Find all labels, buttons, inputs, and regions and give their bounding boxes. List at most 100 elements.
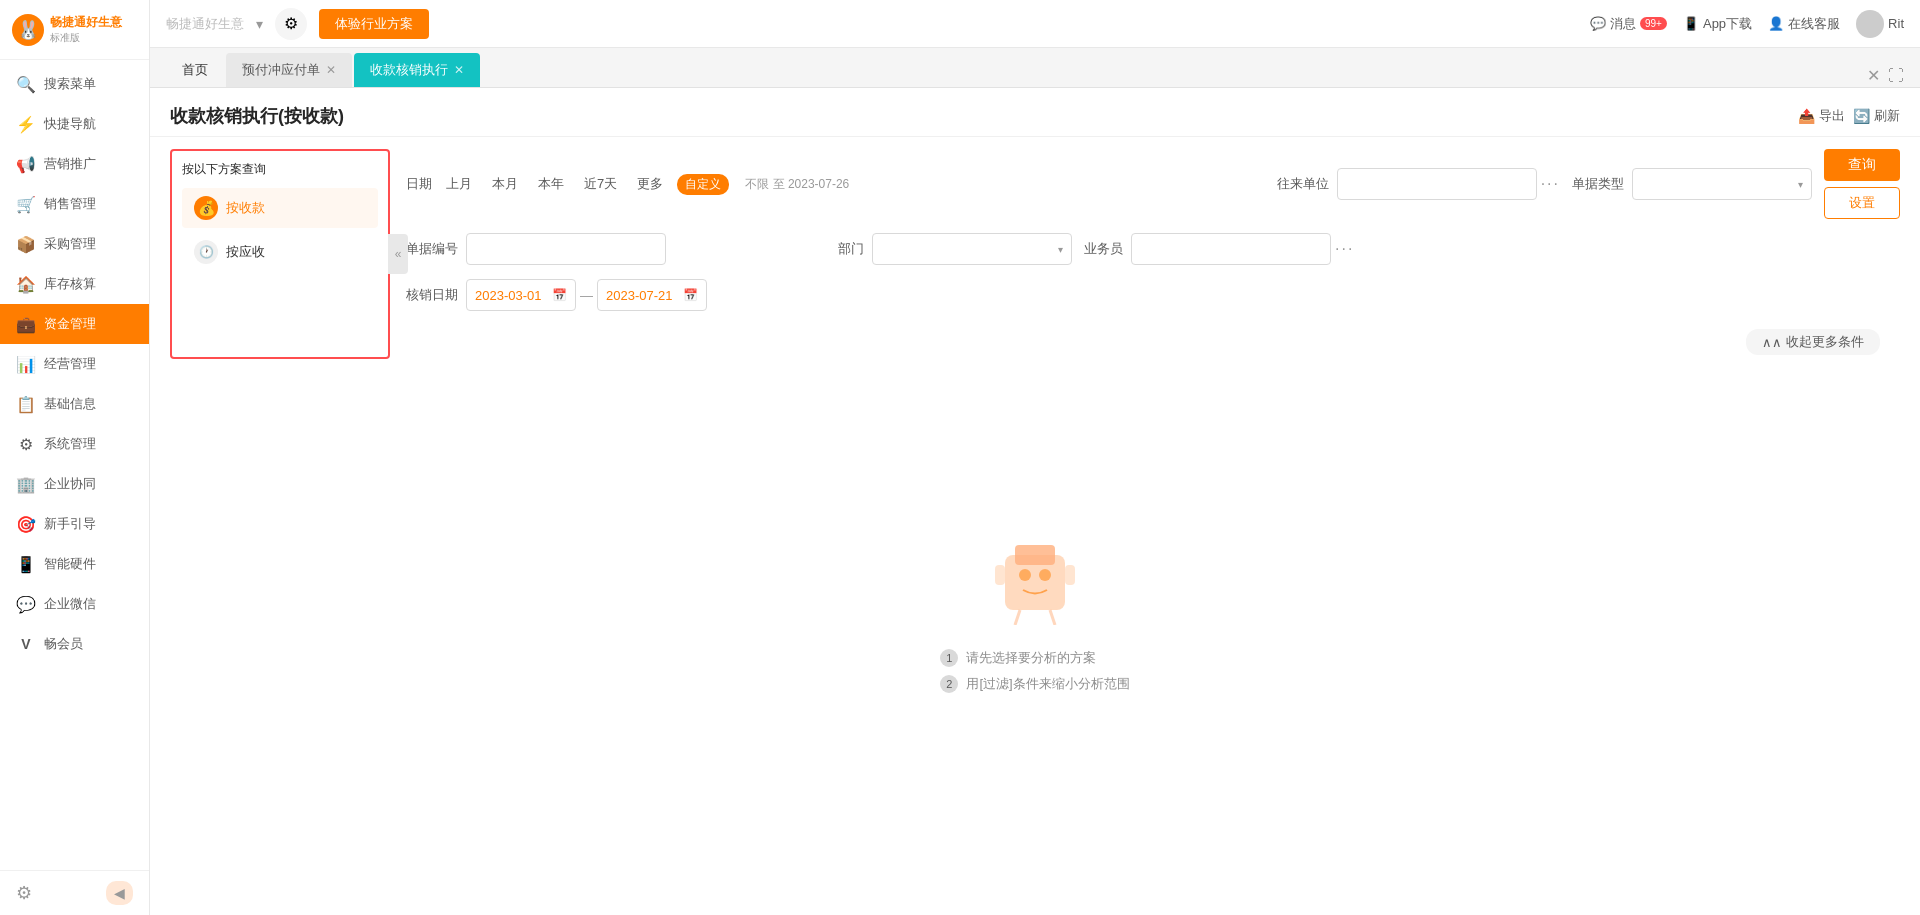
vip-icon: V xyxy=(16,634,36,654)
export-label: 导出 xyxy=(1819,107,1845,125)
gear-icon: ⚙ xyxy=(284,14,298,33)
counterpart-input[interactable] xyxy=(1337,168,1537,200)
page-title: 收款核销执行(按收款) xyxy=(170,104,344,128)
staff-dots[interactable]: ··· xyxy=(1335,240,1354,258)
tab-expand-icon[interactable]: ⛶ xyxy=(1888,67,1904,85)
refresh-button[interactable]: 🔄 刷新 xyxy=(1853,107,1900,125)
filter-row-1: 日期 上月 本月 本年 近7天 更多 自定义 不限 至 2023-0 xyxy=(406,149,1900,219)
filter-action-buttons: 查询 设置 xyxy=(1824,149,1900,219)
logo-area: 🐰 畅捷通好生意 标准版 xyxy=(0,0,149,60)
sidebar-label-enterprise: 企业协同 xyxy=(44,475,96,493)
online-service-button[interactable]: 👤 在线客服 xyxy=(1768,15,1840,33)
sidebar-item-inventory[interactable]: 🏠 库存核算 xyxy=(0,264,149,304)
svg-rect-4 xyxy=(995,565,1005,585)
tab-prepay-label: 预付冲应付单 xyxy=(242,61,320,79)
sidebar-label-guide: 新手引导 xyxy=(44,515,96,533)
page-header: 收款核销执行(按收款) 📤 导出 🔄 刷新 xyxy=(150,88,1920,137)
sidebar-item-purchase[interactable]: 📦 采购管理 xyxy=(0,224,149,264)
tab-home[interactable]: 首页 xyxy=(166,53,224,87)
writeoff-start-date[interactable]: 2023-03-01 📅 xyxy=(466,279,576,311)
sidebar-item-quick[interactable]: ⚡ 快捷导航 xyxy=(0,104,149,144)
sidebar-collapse-button[interactable]: « xyxy=(388,234,408,274)
writeoff-date-label: 核销日期 xyxy=(406,286,458,304)
empty-state: 1 请先选择要分析的方案 2 用[过滤]条件来缩小分析范围 xyxy=(150,371,1920,915)
sidebar-item-guide[interactable]: 🎯 新手引导 xyxy=(0,504,149,544)
writeoff-date-field: 核销日期 2023-03-01 📅 — 2023-07-21 📅 xyxy=(406,279,707,311)
tab-prepay[interactable]: 预付冲应付单 ✕ xyxy=(226,53,352,87)
message-badge: 99+ xyxy=(1640,17,1667,30)
doc-type-field: 单据类型 ▾ xyxy=(1572,168,1812,200)
date-this-month[interactable]: 本月 xyxy=(486,173,524,195)
hardware-icon: 📱 xyxy=(16,554,36,574)
page-actions: 📤 导出 🔄 刷新 xyxy=(1798,107,1900,125)
logo-icon: 🐰 xyxy=(12,14,44,46)
calendar-end-icon: 📅 xyxy=(683,288,698,302)
date-custom[interactable]: 自定义 xyxy=(677,174,729,195)
gear-button[interactable]: ⚙ xyxy=(275,8,307,40)
receivable-option-icon: 🕐 xyxy=(194,240,218,264)
sidebar-item-finance[interactable]: 💼 资金管理 xyxy=(0,304,149,344)
tab-receipt-close[interactable]: ✕ xyxy=(454,63,464,77)
writeoff-end-date[interactable]: 2023-07-21 📅 xyxy=(597,279,707,311)
page-content: 收款核销执行(按收款) 📤 导出 🔄 刷新 按以下方案查询 xyxy=(150,88,1920,915)
sidebar-label-sales: 销售管理 xyxy=(44,195,96,213)
filter-option-receivable[interactable]: 🕐 按应收 xyxy=(182,232,378,272)
sidebar-item-marketing[interactable]: 📢 营销推广 xyxy=(0,144,149,184)
collapse-icon: « xyxy=(395,247,402,261)
finance-icon: 💼 xyxy=(16,314,36,334)
tab-receipt[interactable]: 收款核销执行 ✕ xyxy=(354,53,480,87)
topbar-dropdown[interactable]: ▾ xyxy=(256,16,263,32)
sidebar-label-quick: 快捷导航 xyxy=(44,115,96,133)
sidebar-item-wechat[interactable]: 💬 企业微信 xyxy=(0,584,149,624)
date-this-year[interactable]: 本年 xyxy=(532,173,570,195)
sidebar-bottom: ⚙ ◀ xyxy=(0,870,149,915)
app-icon: 📱 xyxy=(1683,16,1699,31)
doc-no-input[interactable] xyxy=(466,233,666,265)
dropdown-arrow-icon: ▾ xyxy=(256,16,263,32)
svg-point-2 xyxy=(1019,569,1031,581)
query-button[interactable]: 查询 xyxy=(1824,149,1900,181)
sidebar-item-hardware[interactable]: 📱 智能硬件 xyxy=(0,544,149,584)
sidebar-label-purchase: 采购管理 xyxy=(44,235,96,253)
tab-close-all-icon[interactable]: ✕ xyxy=(1867,66,1880,85)
dept-field: 部门 ▾ xyxy=(838,233,1072,265)
message-button[interactable]: 💬 消息 99+ xyxy=(1590,15,1667,33)
collapse-more-button[interactable]: ∧∧ 收起更多条件 xyxy=(1746,329,1880,355)
message-icon: 💬 xyxy=(1590,16,1606,31)
sidebar-item-sales[interactable]: 🛒 销售管理 xyxy=(0,184,149,224)
settings-button[interactable]: 设置 xyxy=(1824,187,1900,219)
dept-select[interactable]: ▾ xyxy=(872,233,1072,265)
calendar-start-icon: 📅 xyxy=(552,288,567,302)
receivable-option-label: 按应收 xyxy=(226,243,265,261)
sidebar-item-system[interactable]: ⚙ 系统管理 xyxy=(0,424,149,464)
sidebar-item-base[interactable]: 📋 基础信息 xyxy=(0,384,149,424)
sidebar: 🐰 畅捷通好生意 标准版 🔍 搜索菜单 ⚡ 快捷导航 📢 营销推广 🛒 销售管理… xyxy=(0,0,150,915)
doc-no-field: 单据编号 xyxy=(406,233,666,265)
date-more[interactable]: 更多 xyxy=(631,173,669,195)
sidebar-item-search[interactable]: 🔍 搜索菜单 xyxy=(0,64,149,104)
sidebar-item-vip[interactable]: V 畅会员 xyxy=(0,624,149,664)
user-profile[interactable]: Rit xyxy=(1856,10,1904,38)
filter-option-receipt[interactable]: 💰 按收款 xyxy=(182,188,378,228)
sidebar-label-hardware: 智能硬件 xyxy=(44,555,96,573)
tab-prepay-close[interactable]: ✕ xyxy=(326,63,336,77)
export-button[interactable]: 📤 导出 xyxy=(1798,107,1845,125)
enterprise-icon: 🏢 xyxy=(16,474,36,494)
staff-input[interactable] xyxy=(1131,233,1331,265)
sidebar-settings-icon[interactable]: ⚙ xyxy=(16,882,32,904)
sidebar-item-enterprise[interactable]: 🏢 企业协同 xyxy=(0,464,149,504)
empty-tips: 1 请先选择要分析的方案 2 用[过滤]条件来缩小分析范围 xyxy=(940,649,1129,701)
date-last-month[interactable]: 上月 xyxy=(440,173,478,195)
sidebar-label-system: 系统管理 xyxy=(44,435,96,453)
purchase-icon: 📦 xyxy=(16,234,36,254)
date-range: 2023-03-01 📅 — 2023-07-21 📅 xyxy=(466,279,707,311)
empty-tip-1: 1 请先选择要分析的方案 xyxy=(940,649,1129,667)
sidebar-item-operations[interactable]: 📊 经营管理 xyxy=(0,344,149,384)
sidebar-collapse-icon[interactable]: ◀ xyxy=(106,881,133,905)
industry-solution-button[interactable]: 体验行业方案 xyxy=(319,9,429,39)
receipt-option-icon: 💰 xyxy=(194,196,218,220)
date-7days[interactable]: 近7天 xyxy=(578,173,623,195)
app-download-button[interactable]: 📱 App下载 xyxy=(1683,15,1752,33)
counterpart-dots[interactable]: ··· xyxy=(1541,175,1560,193)
doc-type-select[interactable]: ▾ xyxy=(1632,168,1812,200)
